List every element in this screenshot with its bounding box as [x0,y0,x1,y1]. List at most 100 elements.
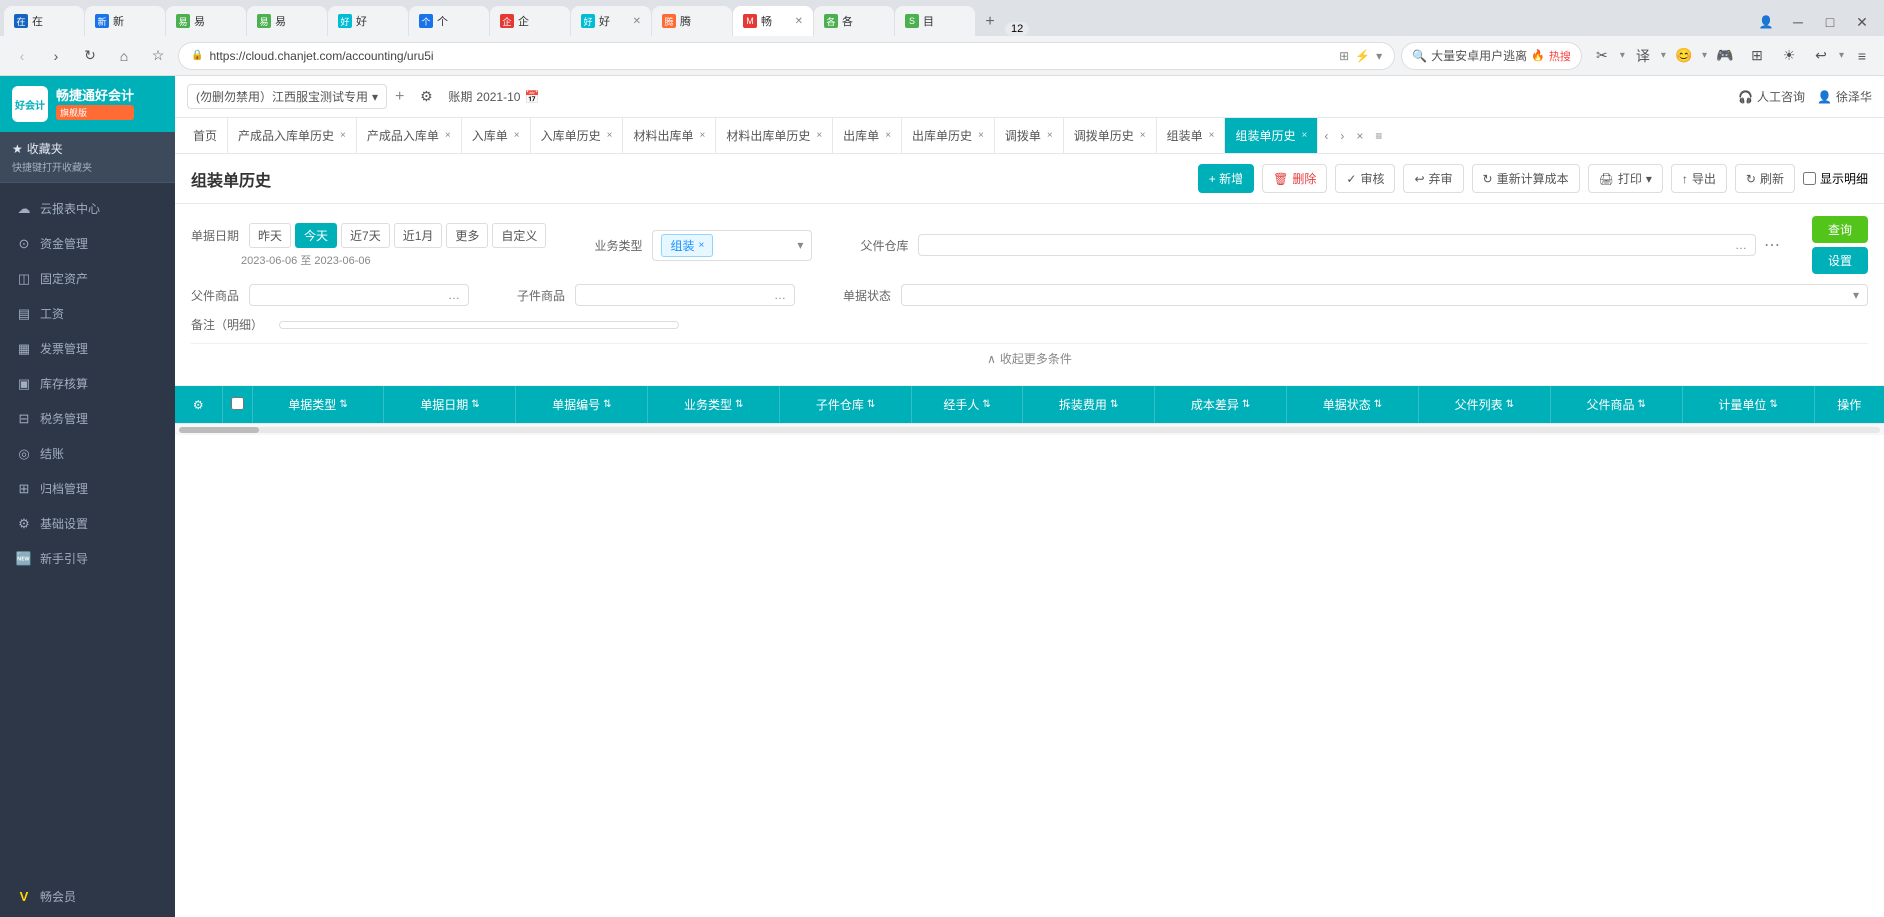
tab-inbound-history-close[interactable]: × [607,130,613,141]
browser-tab-10[interactable]: M 畅 ✕ [733,6,813,36]
th-handler[interactable]: 经手人 ⇅ [912,386,1023,423]
browser-tab-2[interactable]: 新 新 [85,6,165,36]
browser-tab-4[interactable]: 易 易 [247,6,327,36]
parent-goods-more-icon[interactable]: … [448,288,460,302]
browser-tab-9[interactable]: 腾 腾 [652,6,732,36]
sidebar-item-salary[interactable]: ▤ 工资 [0,296,175,331]
th-bill-type[interactable]: 单据类型 ⇅ [252,386,384,423]
company-selector[interactable]: (勿删勿禁用）江西服宝测试专用 ▾ [187,84,387,109]
sidebar-item-guide[interactable]: 🆕 新手引导 [0,541,175,576]
tab-inbound[interactable]: 入库单 × [462,118,531,154]
add-company-btn[interactable]: + [395,88,404,106]
sidebar-item-tax[interactable]: ⊟ 税务管理 [0,401,175,436]
sidebar-item-archive[interactable]: ⊞ 归档管理 [0,471,175,506]
window-close-button[interactable]: ✕ [1848,8,1876,36]
biz-type-input-area[interactable]: 组装 × ▾ [652,230,812,261]
emoji-dropdown[interactable]: ▾ [1702,50,1707,61]
th-parent-goods[interactable]: 父件商品 ⇅ [1550,386,1682,423]
home-button[interactable]: ⌂ [110,42,138,70]
bookmark-button[interactable]: ☆ [144,42,172,70]
print-dropdown-icon[interactable]: ▾ [1646,172,1652,186]
tab-prev-btn[interactable]: ‹ [1318,129,1334,143]
sidebar-item-basic-settings[interactable]: ⚙ 基础设置 [0,506,175,541]
tab-finished-goods-close[interactable]: × [445,130,451,141]
tab-material-outbound-history-close[interactable]: × [816,130,822,141]
tab-transfer-close[interactable]: × [1047,130,1053,141]
tab-assembly-history-close[interactable]: × [1301,130,1307,141]
translate-icon-btn[interactable]: 译 [1629,42,1657,70]
sidebar-item-cloud-report[interactable]: ☁ 云报表中心 [0,191,175,226]
show-detail-checkbox-label[interactable]: 显示明细 [1803,170,1868,187]
child-goods-input[interactable]: … [575,284,795,306]
undo-dropdown[interactable]: ▾ [1839,50,1844,61]
browser-tab-11[interactable]: 各 各 [814,6,894,36]
collapse-btn[interactable]: ∧ 收起更多条件 [191,343,1868,373]
biz-type-tag-close[interactable]: × [698,240,704,251]
period-selector[interactable]: 账期 2021-10 📅 [448,88,539,105]
tab-assembly-close[interactable]: × [1209,130,1215,141]
menu-icon-btn[interactable]: ≡ [1848,42,1876,70]
bill-status-dropdown-icon[interactable]: ▾ [1853,288,1859,302]
tab-transfer-history[interactable]: 调拨单历史 × [1064,118,1157,154]
sidebar-item-settlement[interactable]: ◎ 结账 [0,436,175,471]
export-button[interactable]: ↑ 导出 [1671,164,1727,193]
user-profile-btn[interactable]: 👤 徐泽华 [1817,88,1872,105]
address-bar[interactable]: 🔒 https://cloud.chanjet.com/accounting/u… [178,42,1395,70]
new-tab-button[interactable]: + [976,8,1004,36]
sidebar-bookmark[interactable]: ★ 收藏夹 快捷键打开收藏夹 [0,132,175,183]
abandon-button[interactable]: ↩ 弃审 [1403,164,1463,193]
tab-material-outbound-history[interactable]: 材料出库单历史 × [716,118,833,154]
tab-homepage[interactable]: 首页 [183,118,228,154]
tab-material-outbound-close[interactable]: × [699,130,705,141]
sidebar-item-fund[interactable]: ⊙ 资金管理 [0,226,175,261]
browser-tab-1[interactable]: 在 在 [4,6,84,36]
date-btn-today[interactable]: 今天 [295,223,337,248]
address-bar-dropdown-icon[interactable]: ▾ [1376,49,1382,63]
scissors-icon-btn[interactable]: ✂ [1588,42,1616,70]
tab-inbound-close[interactable]: × [514,130,520,141]
recalculate-button[interactable]: ↻ 重新计算成本 [1472,164,1580,193]
translate-dropdown[interactable]: ▾ [1661,50,1666,61]
refresh-button[interactable]: ↻ 刷新 [1735,164,1795,193]
th-bill-date[interactable]: 单据日期 ⇅ [384,386,516,423]
brightness-icon-btn[interactable]: ☀ [1775,42,1803,70]
scissors-dropdown[interactable]: ▾ [1620,50,1625,61]
sidebar-item-inventory[interactable]: ▣ 库存核算 [0,366,175,401]
th-checkbox[interactable] [222,386,252,423]
th-bill-no[interactable]: 单据编号 ⇅ [516,386,648,423]
th-settings[interactable]: ⚙ [175,386,222,423]
parent-warehouse-extra-btn[interactable]: ⋯ [1764,235,1780,255]
th-child-warehouse[interactable]: 子件仓库 ⇅ [780,386,912,423]
tab-assembly-history[interactable]: 组装单历史 × [1225,118,1318,154]
search-bar[interactable]: 🔍 大量安卓用户逃离 🔥 热搜 [1401,42,1582,70]
th-cost-diff[interactable]: 成本差异 ⇅ [1155,386,1287,423]
consult-btn[interactable]: 🎧 人工咨询 [1738,88,1805,105]
window-profile-button[interactable]: 👤 [1752,8,1780,36]
tab-next-btn[interactable]: › [1334,129,1350,143]
tab-outbound-close[interactable]: × [885,130,891,141]
th-bill-status[interactable]: 单据状态 ⇅ [1286,386,1418,423]
tab-material-outbound[interactable]: 材料出库单 × [623,118,716,154]
game-icon-btn[interactable]: 🎮 [1711,42,1739,70]
tab-close-8[interactable]: ✕ [633,16,641,27]
select-all-checkbox[interactable] [231,397,244,410]
tab-finished-goods-history[interactable]: 产成品入库单历史 × [228,118,357,154]
browser-tab-8[interactable]: 好 好 ✕ [571,6,651,36]
browser-tab-5[interactable]: 好 好 [328,6,408,36]
horizontal-scrollbar[interactable] [175,423,1884,435]
parent-warehouse-more-icon[interactable]: … [1735,238,1747,252]
tab-outbound[interactable]: 出库单 × [833,118,902,154]
tab-close-10[interactable]: ✕ [795,16,803,27]
tab-more-btn[interactable]: ≡ [1369,129,1388,143]
scrollbar-thumb[interactable] [179,427,259,433]
th-unit[interactable]: 计量单位 ⇅ [1682,386,1814,423]
tab-finished-goods-history-close[interactable]: × [340,130,346,141]
sidebar-item-invoice[interactable]: ▦ 发票管理 [0,331,175,366]
refresh-browser-button[interactable]: ↻ [76,42,104,70]
browser-tab-3[interactable]: 易 易 [166,6,246,36]
th-disassemble-fee[interactable]: 拆装费用 ⇅ [1023,386,1155,423]
browser-tab-6[interactable]: 个 个 [409,6,489,36]
tab-transfer-history-close[interactable]: × [1140,130,1146,141]
delete-button[interactable]: 🗑 删除 [1262,164,1327,193]
window-minimize-button[interactable]: ─ [1784,8,1812,36]
